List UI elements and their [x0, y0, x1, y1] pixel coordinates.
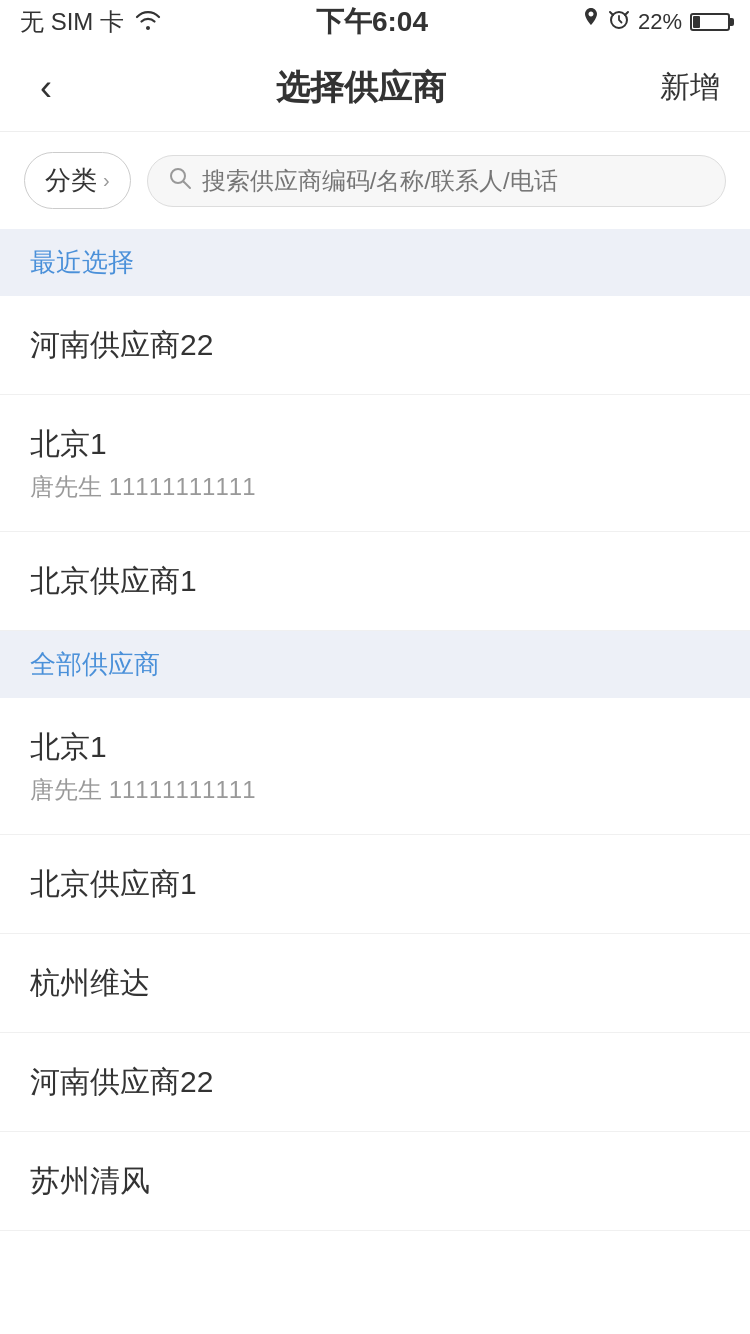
recent-items-list: 河南供应商22 北京1 唐先生 11111111111 北京供应商1: [0, 296, 750, 631]
item-name: 北京1: [30, 726, 720, 768]
item-name: 北京供应商1: [30, 560, 720, 602]
search-input[interactable]: [202, 167, 705, 195]
category-label: 分类: [45, 163, 97, 198]
recent-section-header: 最近选择: [0, 229, 750, 296]
list-item[interactable]: 河南供应商22: [0, 1033, 750, 1132]
filter-bar: 分类 ›: [0, 132, 750, 229]
list-item[interactable]: 北京供应商1: [0, 835, 750, 934]
sim-label: 无 SIM 卡: [20, 6, 124, 38]
status-time: 下午6:04: [316, 3, 428, 41]
search-icon: [168, 166, 192, 196]
item-sub: 唐先生 11111111111: [30, 774, 720, 806]
list-item[interactable]: 苏州清风: [0, 1132, 750, 1231]
item-name: 河南供应商22: [30, 1061, 720, 1103]
all-items-list: 北京1 唐先生 11111111111 北京供应商1 杭州维达 河南供应商22 …: [0, 698, 750, 1231]
location-icon: [582, 8, 600, 36]
item-name: 河南供应商22: [30, 324, 720, 366]
item-sub: 唐先生 11111111111: [30, 471, 720, 503]
all-section-header: 全部供应商: [0, 631, 750, 698]
page-title: 选择供应商: [276, 65, 446, 111]
recent-section-label: 最近选择: [30, 247, 134, 277]
nav-bar: ‹ 选择供应商 新增: [0, 44, 750, 132]
list-item[interactable]: 杭州维达: [0, 934, 750, 1033]
item-name: 苏州清风: [30, 1160, 720, 1202]
add-button[interactable]: 新增: [660, 67, 720, 108]
list-item[interactable]: 北京供应商1: [0, 532, 750, 631]
battery-percent: 22%: [638, 9, 682, 35]
item-name: 北京1: [30, 423, 720, 465]
list-item[interactable]: 北京1 唐先生 11111111111: [0, 395, 750, 532]
item-name: 杭州维达: [30, 962, 720, 1004]
search-box[interactable]: [147, 155, 726, 207]
battery-icon: [690, 13, 730, 31]
item-name: 北京供应商1: [30, 863, 720, 905]
category-button[interactable]: 分类 ›: [24, 152, 131, 209]
status-bar: 无 SIM 卡 下午6:04 22%: [0, 0, 750, 44]
status-right: 22%: [582, 8, 730, 36]
back-button[interactable]: ‹: [30, 57, 62, 119]
all-section-label: 全部供应商: [30, 649, 160, 679]
list-item[interactable]: 北京1 唐先生 11111111111: [0, 698, 750, 835]
wifi-icon: [134, 8, 162, 36]
alarm-icon: [608, 8, 630, 36]
status-left: 无 SIM 卡: [20, 6, 162, 38]
svg-line-2: [183, 181, 190, 188]
list-item[interactable]: 河南供应商22: [0, 296, 750, 395]
chevron-right-icon: ›: [103, 169, 110, 192]
